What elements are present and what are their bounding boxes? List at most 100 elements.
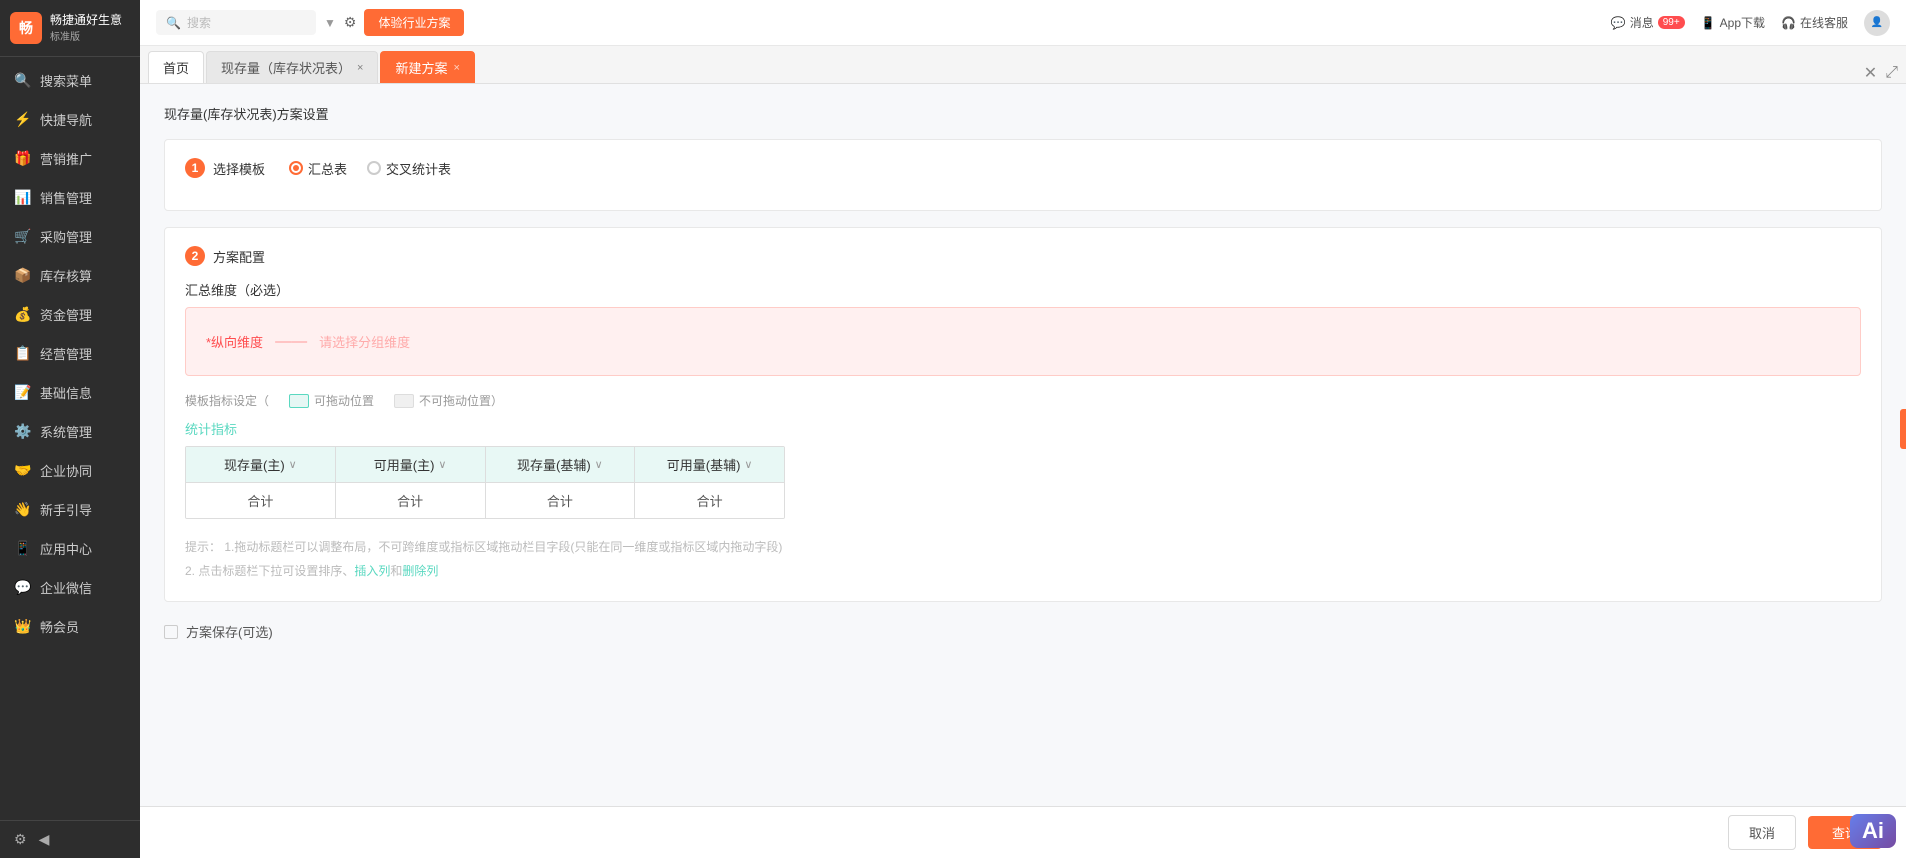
operations-icon: 📋: [14, 345, 32, 363]
sidebar-item-quick-nav[interactable]: ⚡ 快捷导航: [0, 100, 140, 139]
tab-new-scheme-close[interactable]: ×: [453, 62, 459, 74]
ai-badge[interactable]: Ai: [1850, 814, 1896, 848]
message-button[interactable]: 💬 消息 99+: [1611, 14, 1685, 31]
search-box[interactable]: 🔍 搜索: [156, 10, 316, 35]
tab-new-scheme[interactable]: 新建方案 ×: [380, 51, 474, 83]
app-logo-icon: 畅: [10, 12, 42, 44]
stats-section-label: 统计指标: [185, 419, 1861, 438]
app-edition: 标准版: [50, 28, 122, 43]
step1-num: 1: [185, 158, 205, 178]
non-draggable-legend-box: [394, 394, 414, 408]
stats-col-arrow-2[interactable]: ∨: [595, 458, 603, 471]
dimension-selector[interactable]: *纵向维度 —— 请选择分组维度: [185, 307, 1861, 376]
stats-cell-0-2: 合计: [486, 482, 636, 518]
delete-col-link[interactable]: 删除列: [402, 564, 438, 578]
app-name: 畅捷通好生意: [50, 13, 122, 29]
sidebar-item-wechat[interactable]: 💬 企业微信: [0, 568, 140, 607]
sidebar-item-label-search: 搜索菜单: [40, 71, 92, 90]
page-title: 现存量(库存状况表)方案设置: [164, 104, 1882, 123]
stats-col-header-3[interactable]: 可用量(基辅) ∨: [635, 447, 784, 482]
template-radio-group: 汇总表 交叉统计表: [289, 159, 451, 178]
stats-col-arrow-3[interactable]: ∨: [744, 458, 752, 471]
basic-icon: 📝: [14, 384, 32, 402]
wechat-icon: 💬: [14, 579, 32, 597]
sidebar-item-label-sales: 销售管理: [40, 188, 92, 207]
sidebar-nav: 🔍 搜索菜单 ⚡ 快捷导航 🎁 营销推广 📊 销售管理 🛒 采购管理 📦 库存核…: [0, 57, 140, 820]
sidebar-item-sales[interactable]: 📊 销售管理: [0, 178, 140, 217]
service-icon: 🎧: [1781, 16, 1796, 30]
save-scheme-checkbox[interactable]: [164, 625, 178, 639]
sidebar-item-label-member: 畅会员: [40, 617, 79, 636]
sidebar: 畅 畅捷通好生意 标准版 🔍 搜索菜单 ⚡ 快捷导航 🎁 营销推广 📊 销售管理…: [0, 0, 140, 858]
sidebar-logo: 畅 畅捷通好生意 标准版: [0, 0, 140, 57]
tab-inventory[interactable]: 现存量（库存状况表） ×: [206, 51, 378, 83]
sidebar-item-enterprise[interactable]: 🤝 企业协同: [0, 451, 140, 490]
gear-icon[interactable]: ⚙: [344, 14, 357, 31]
draggable-legend-box: [289, 394, 309, 408]
online-service-button[interactable]: 🎧 在线客服: [1781, 14, 1848, 31]
sidebar-item-label-system: 系统管理: [40, 422, 92, 441]
tabbar: 首页 现存量（库存状况表） × 新建方案 × ✕ ⤢: [140, 46, 1906, 84]
close-panel-button[interactable]: ✕: [1864, 63, 1877, 83]
sidebar-item-newcomer[interactable]: 👋 新手引导: [0, 490, 140, 529]
user-avatar[interactable]: 👤: [1864, 10, 1890, 36]
sidebar-item-search[interactable]: 🔍 搜索菜单: [0, 61, 140, 100]
right-edge-indicator: [1900, 409, 1906, 449]
message-icon: 💬: [1611, 16, 1626, 30]
marketing-icon: 🎁: [14, 150, 32, 168]
radio-summary[interactable]: 汇总表: [289, 159, 347, 178]
insert-col-link[interactable]: 插入列: [354, 564, 390, 578]
indicator-title-text: 模板指标设定（: [185, 392, 269, 409]
sidebar-item-marketing[interactable]: 🎁 营销推广: [0, 139, 140, 178]
newcomer-icon: 👋: [14, 501, 32, 519]
tips-line1: 提示： 1.拖动标题栏可以调整布局，不可跨维度或指标区域拖动栏目字段(只能在同一…: [185, 535, 1861, 559]
sidebar-item-label-wechat: 企业微信: [40, 578, 92, 597]
stats-col-header-1[interactable]: 可用量(主) ∨: [336, 447, 486, 482]
sidebar-item-inventory[interactable]: 📦 库存核算: [0, 256, 140, 295]
cancel-button[interactable]: 取消: [1728, 815, 1796, 850]
topbar-dropdown[interactable]: ▼: [324, 16, 336, 30]
app-download-button[interactable]: 📱 App下载: [1701, 14, 1765, 31]
sidebar-item-purchase[interactable]: 🛒 采购管理: [0, 217, 140, 256]
sidebar-item-label-basic: 基础信息: [40, 383, 92, 402]
sidebar-footer: ⚙ ◀: [0, 820, 140, 858]
indicator-section: 模板指标设定（ 可拖动位置 不可拖动位置） 统计指标 现存量(主): [185, 392, 1861, 583]
sidebar-item-app-center[interactable]: 📱 应用中心: [0, 529, 140, 568]
stats-col-label-3: 可用量(基辅): [667, 455, 741, 474]
indicator-legend: 模板指标设定（ 可拖动位置 不可拖动位置）: [185, 392, 1861, 409]
sidebar-item-label-newcomer: 新手引导: [40, 500, 92, 519]
main-area: 🔍 搜索 ▼ ⚙ 体验行业方案 💬 消息 99+ 📱 App下载 🎧 在线客服: [140, 0, 1906, 858]
radio-cross-dot: [367, 161, 381, 175]
trial-button[interactable]: 体验行业方案: [364, 9, 464, 36]
sidebar-item-finance[interactable]: 💰 资金管理: [0, 295, 140, 334]
stats-col-header-0[interactable]: 现存量(主) ∨: [186, 447, 336, 482]
expand-panel-button[interactable]: ⤢: [1885, 64, 1898, 82]
search-icon: 🔍: [166, 16, 181, 30]
tab-home[interactable]: 首页: [148, 51, 204, 83]
tab-inventory-label: 现存量（库存状况表）: [221, 58, 351, 77]
stats-cell-0-3: 合计: [635, 482, 784, 518]
stats-col-arrow-1[interactable]: ∨: [438, 458, 446, 471]
radio-cross[interactable]: 交叉统计表: [367, 159, 451, 178]
collapse-footer-icon[interactable]: ◀: [39, 831, 50, 848]
tab-inventory-close[interactable]: ×: [357, 62, 363, 74]
sidebar-item-label-operations: 经营管理: [40, 344, 92, 363]
system-icon: ⚙️: [14, 423, 32, 441]
save-scheme-section: 方案保存(可选): [164, 622, 1882, 641]
sidebar-item-basic[interactable]: 📝 基础信息: [0, 373, 140, 412]
sidebar-item-member[interactable]: 👑 畅会员: [0, 607, 140, 646]
sidebar-item-label-quick-nav: 快捷导航: [40, 110, 92, 129]
sidebar-item-operations[interactable]: 📋 经营管理: [0, 334, 140, 373]
stats-col-header-2[interactable]: 现存量(基辅) ∨: [486, 447, 636, 482]
settings-footer-icon[interactable]: ⚙: [14, 831, 27, 848]
required-text: *纵向维度: [206, 332, 263, 351]
search-icon: 🔍: [14, 72, 32, 90]
radio-summary-dot: [289, 161, 303, 175]
stats-col-arrow-0[interactable]: ∨: [289, 458, 297, 471]
message-badge: 99+: [1658, 16, 1685, 29]
sidebar-item-system[interactable]: ⚙️ 系统管理: [0, 412, 140, 451]
app-download-label: App下载: [1720, 14, 1765, 31]
stats-cell-0-0: 合计: [186, 482, 336, 518]
sidebar-item-label-enterprise: 企业协同: [40, 461, 92, 480]
quick-nav-icon: ⚡: [14, 111, 32, 129]
